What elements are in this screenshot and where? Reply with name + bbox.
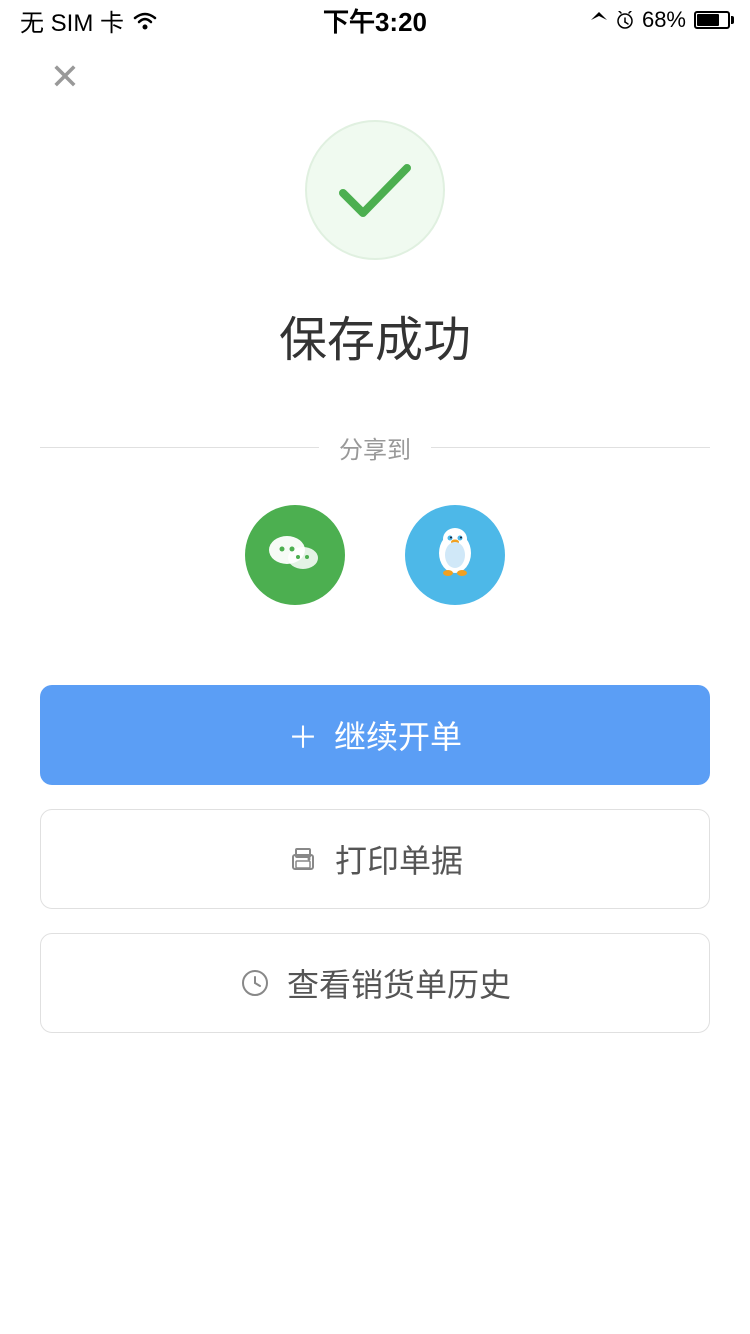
share-buttons [245, 505, 505, 605]
divider-line-left [40, 447, 319, 448]
print-label: 打印单据 [335, 836, 463, 882]
wifi-icon [132, 10, 158, 30]
share-wechat-button[interactable] [245, 505, 345, 605]
main-content: 保存成功 分享到 [0, 40, 750, 1033]
history-button[interactable]: 查看销货单历史 [40, 933, 710, 1033]
plus-icon: ＋ [288, 713, 318, 757]
alarm-icon [616, 11, 634, 29]
success-circle [305, 120, 445, 260]
status-left: 无 SIM 卡 [20, 3, 158, 38]
battery-icon [694, 11, 730, 29]
divider-line-right [431, 447, 710, 448]
status-bar: 无 SIM 卡 下午3:20 68% [0, 0, 750, 40]
history-label: 查看销货单历史 [287, 960, 511, 1006]
share-divider: 分享到 [0, 430, 750, 465]
action-buttons: ＋ 继续开单 打印单据 查看销货单历史 [0, 685, 750, 1033]
status-time: 下午3:20 [323, 2, 427, 39]
share-qq-button[interactable] [405, 505, 505, 605]
wechat-icon [265, 528, 325, 583]
history-icon [239, 967, 271, 999]
share-divider-text: 分享到 [319, 430, 431, 465]
qq-icon [428, 525, 483, 585]
print-icon [287, 843, 319, 875]
battery-percentage: 68% [642, 7, 686, 33]
continue-button[interactable]: ＋ 继续开单 [40, 685, 710, 785]
continue-label: 继续开单 [334, 712, 462, 758]
location-icon [590, 11, 608, 29]
checkmark-icon [335, 158, 415, 223]
close-icon: ✕ [50, 59, 80, 95]
carrier-text: 无 SIM 卡 [20, 3, 124, 38]
success-title: 保存成功 [279, 300, 471, 370]
status-right: 68% [590, 7, 730, 33]
close-button[interactable]: ✕ [40, 52, 90, 102]
print-button[interactable]: 打印单据 [40, 809, 710, 909]
